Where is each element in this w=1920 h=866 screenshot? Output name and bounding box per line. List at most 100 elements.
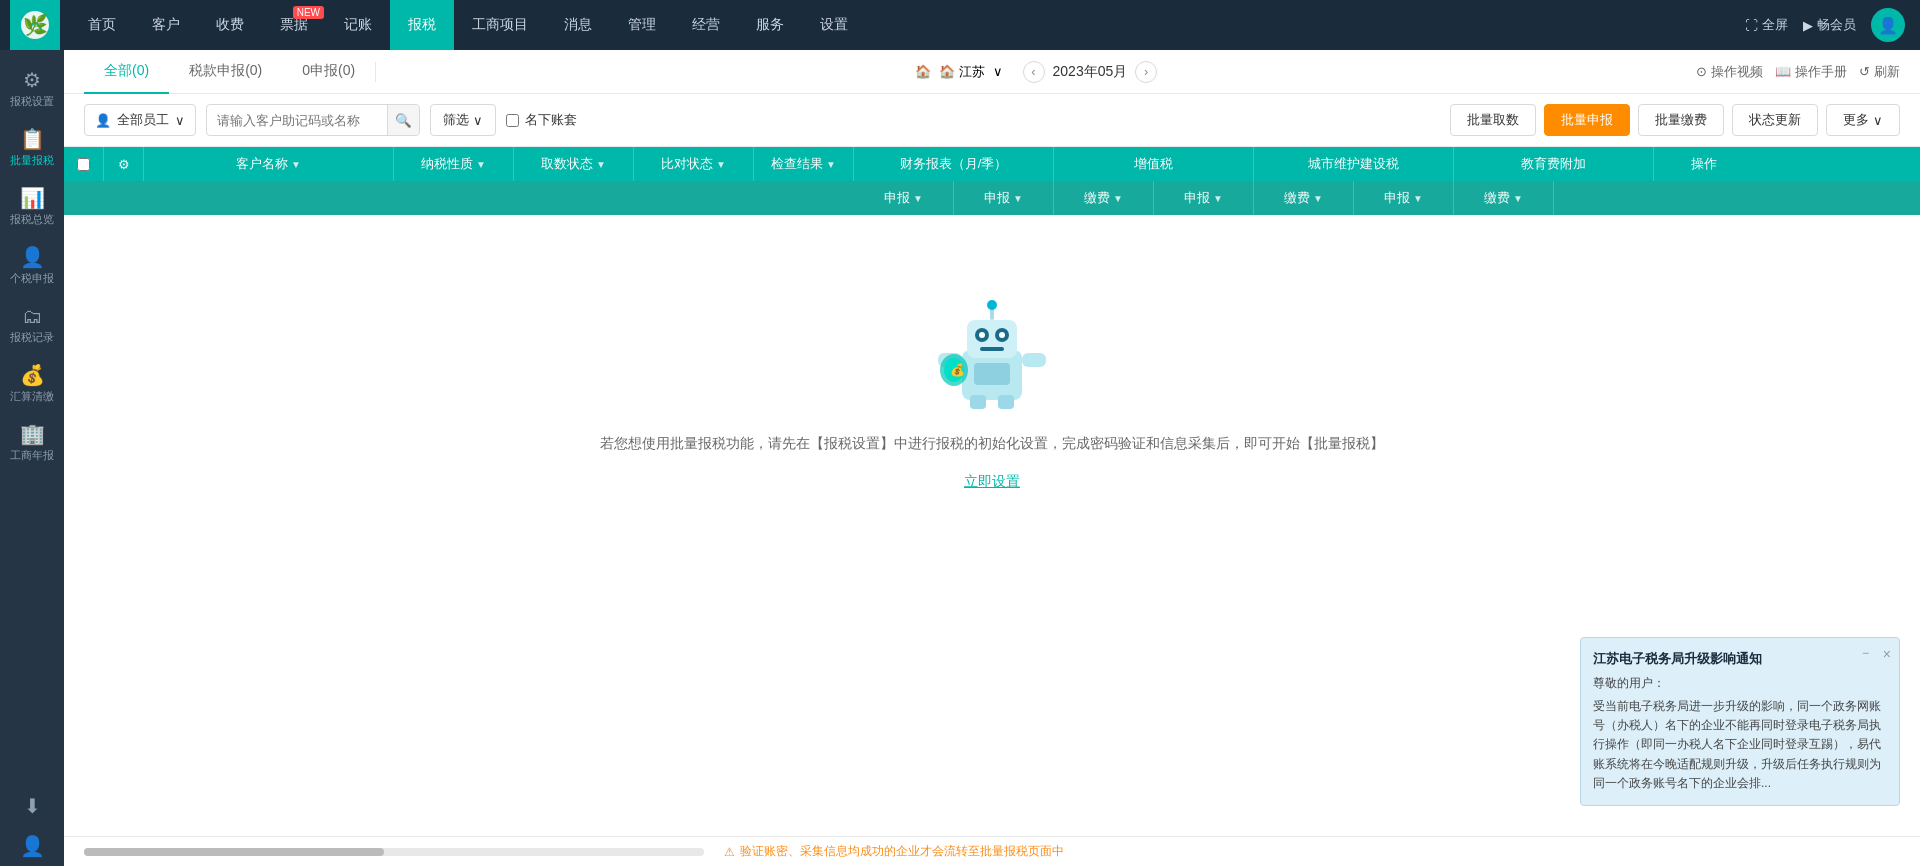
sort-icon-compare: ▼ xyxy=(716,159,726,170)
sort-icon-check: ▼ xyxy=(826,159,836,170)
next-month-button[interactable]: › xyxy=(1135,61,1157,83)
nav-item-accounting[interactable]: 记账 xyxy=(326,0,390,50)
table-header-row1: ⚙ 客户名称 ▼ 纳税性质 ▼ 取数状态 ▼ xyxy=(64,147,1920,181)
sidebar-item-tax-records[interactable]: 🗂 报税记录 xyxy=(0,296,64,355)
toolbar-right-buttons: 批量取数 批量申报 批量缴费 状态更新 更多 ∨ xyxy=(1450,104,1900,136)
gear-icon: ⚙ xyxy=(118,157,130,172)
horizontal-scrollbar[interactable] xyxy=(84,848,704,856)
tab-tax-declare[interactable]: 税款申报(0) xyxy=(169,50,282,94)
th-financial-declare[interactable]: 申报 ▼ xyxy=(854,181,954,215)
sub-account-checkbox[interactable]: 名下账套 xyxy=(506,111,577,129)
region-dropdown-icon: ∨ xyxy=(993,64,1003,79)
sidebar-item-help[interactable]: 👤 xyxy=(0,826,64,866)
svg-point-4 xyxy=(979,332,985,338)
tax-records-icon: 🗂 xyxy=(22,306,42,326)
status-update-button[interactable]: 状态更新 xyxy=(1732,104,1818,136)
th-gear-settings[interactable]: ⚙ xyxy=(104,147,144,181)
batch-fetch-button[interactable]: 批量取数 xyxy=(1450,104,1536,136)
employee-icon: 👤 xyxy=(95,113,111,128)
nav-item-business[interactable]: 工商项目 xyxy=(454,0,546,50)
tax-settings-icon: ⚙ xyxy=(23,70,41,90)
nav-menu: 首页 客户 收费 票据 NEW 记账 报税 工商项目 消息 管理 经营 服务 设… xyxy=(70,0,1745,50)
th-checkbox[interactable] xyxy=(64,147,104,181)
manual-icon: 📖 xyxy=(1775,64,1791,79)
th-fetch-status[interactable]: 取数状态 ▼ xyxy=(514,147,634,181)
sidebar-item-personal-tax[interactable]: 👤 个税申报 xyxy=(0,237,64,296)
batch-declare-button[interactable]: 批量申报 xyxy=(1544,104,1630,136)
fullscreen-icon: ⛶ xyxy=(1745,18,1758,33)
th-tax-type[interactable]: 纳税性质 ▼ xyxy=(394,147,514,181)
tax-overview-icon: 📊 xyxy=(20,188,45,208)
sort-icon-tax: ▼ xyxy=(476,159,486,170)
empty-message: 若您想使用批量报税功能，请先在【报税设置】中进行报税的初始化设置，完成密码验证和… xyxy=(600,435,1384,453)
refresh-button[interactable]: ↺ 刷新 xyxy=(1859,63,1900,81)
member-button[interactable]: ▶ 畅会员 xyxy=(1803,16,1856,34)
nav-item-message[interactable]: 消息 xyxy=(546,0,610,50)
notification-minimize-button[interactable]: − xyxy=(1862,646,1869,660)
avatar-icon: 👤 xyxy=(1878,16,1898,35)
th-compare-status[interactable]: 比对状态 ▼ xyxy=(634,147,754,181)
location-icon: 🏠 xyxy=(915,64,931,79)
sidebar-item-settlement[interactable]: 💰 汇算清缴 xyxy=(0,355,64,414)
th-check-result[interactable]: 检查结果 ▼ xyxy=(754,147,854,181)
th-urban-pay[interactable]: 缴费 ▼ xyxy=(1254,181,1354,215)
th-vat-pay[interactable]: 缴费 ▼ xyxy=(1054,181,1154,215)
nav-item-invoice[interactable]: 票据 NEW xyxy=(262,0,326,50)
refresh-icon: ↺ xyxy=(1859,64,1870,79)
download-icon: ⬇ xyxy=(24,796,41,816)
employee-select[interactable]: 👤 全部员工 ∨ xyxy=(84,104,196,136)
sort-icon-urban-dec: ▼ xyxy=(1213,193,1223,204)
search-button[interactable]: 🔍 xyxy=(387,104,419,136)
tab-zero-declare[interactable]: 0申报(0) xyxy=(282,50,375,94)
batch-pay-button[interactable]: 批量缴费 xyxy=(1638,104,1724,136)
search-input[interactable] xyxy=(207,113,387,128)
nav-item-customer[interactable]: 客户 xyxy=(134,0,198,50)
scroll-thumb[interactable] xyxy=(84,848,384,856)
th-customer-name[interactable]: 客户名称 ▼ xyxy=(144,147,394,181)
nav-item-home[interactable]: 首页 xyxy=(70,0,134,50)
manual-button[interactable]: 📖 操作手册 xyxy=(1775,63,1847,81)
th-edu-pay[interactable]: 缴费 ▼ xyxy=(1454,181,1554,215)
help-icon: 👤 xyxy=(20,836,45,856)
svg-rect-11 xyxy=(970,395,986,409)
filter-button[interactable]: 筛选 ∨ xyxy=(430,104,496,136)
th-vat-declare[interactable]: 申报 ▼ xyxy=(954,181,1054,215)
more-button[interactable]: 更多 ∨ xyxy=(1826,104,1900,136)
notification-text: 受当前电子税务局进一步升级的影响，同一个政务网账号（办税人）名下的企业不能再同时… xyxy=(1593,697,1887,793)
th-urban-declare[interactable]: 申报 ▼ xyxy=(1154,181,1254,215)
sidebar-item-tax-overview[interactable]: 📊 报税总览 xyxy=(0,178,64,237)
sort-icon-vat-pay: ▼ xyxy=(1113,193,1123,204)
sidebar-item-download[interactable]: ⬇ xyxy=(0,786,64,826)
table-header-row2: 申报 ▼ 申报 ▼ 缴费 ▼ 申报 ▼ xyxy=(64,181,1920,215)
nav-item-settings[interactable]: 设置 xyxy=(802,0,866,50)
nav-item-tax[interactable]: 报税 xyxy=(390,0,454,50)
sort-icon-fin-dec: ▼ xyxy=(913,193,923,204)
video-tutorial-button[interactable]: ⊙ 操作视频 xyxy=(1696,63,1763,81)
th-financial-report: 财务报表（月/季） xyxy=(854,147,1054,181)
nav-item-manage[interactable]: 管理 xyxy=(610,0,674,50)
nav-right-actions: ⛶ 全屏 ▶ 畅会员 👤 xyxy=(1745,8,1920,42)
member-icon: ▶ xyxy=(1803,18,1813,33)
prev-month-button[interactable]: ‹ xyxy=(1023,61,1045,83)
notification-close-button[interactable]: × xyxy=(1883,646,1891,662)
nav-item-fee[interactable]: 收费 xyxy=(198,0,262,50)
svg-point-7 xyxy=(987,300,997,310)
logo-icon: 🌿 xyxy=(19,9,51,41)
svg-rect-13 xyxy=(974,363,1010,385)
settlement-icon: 💰 xyxy=(20,365,45,385)
nav-item-service[interactable]: 服务 xyxy=(738,0,802,50)
tab-all[interactable]: 全部(0) xyxy=(84,50,169,94)
region-select[interactable]: 🏠 🏠 江苏 ∨ xyxy=(915,63,1003,81)
sidebar-item-batch-tax[interactable]: 📋 批量报税 xyxy=(0,119,64,178)
annual-report-icon: 🏢 xyxy=(20,424,45,444)
th-edu-declare[interactable]: 申报 ▼ xyxy=(1354,181,1454,215)
setup-link[interactable]: 立即设置 xyxy=(964,473,1020,491)
batch-tax-icon: 📋 xyxy=(20,129,45,149)
user-avatar[interactable]: 👤 xyxy=(1871,8,1905,42)
nav-item-operation[interactable]: 经营 xyxy=(674,0,738,50)
sidebar-item-tax-settings[interactable]: ⚙ 报税设置 xyxy=(0,60,64,119)
video-icon: ⊙ xyxy=(1696,64,1707,79)
notification-title: 江苏电子税务局升级影响通知 xyxy=(1593,650,1887,668)
sidebar-item-annual-report[interactable]: 🏢 工商年报 xyxy=(0,414,64,473)
fullscreen-button[interactable]: ⛶ 全屏 xyxy=(1745,16,1788,34)
